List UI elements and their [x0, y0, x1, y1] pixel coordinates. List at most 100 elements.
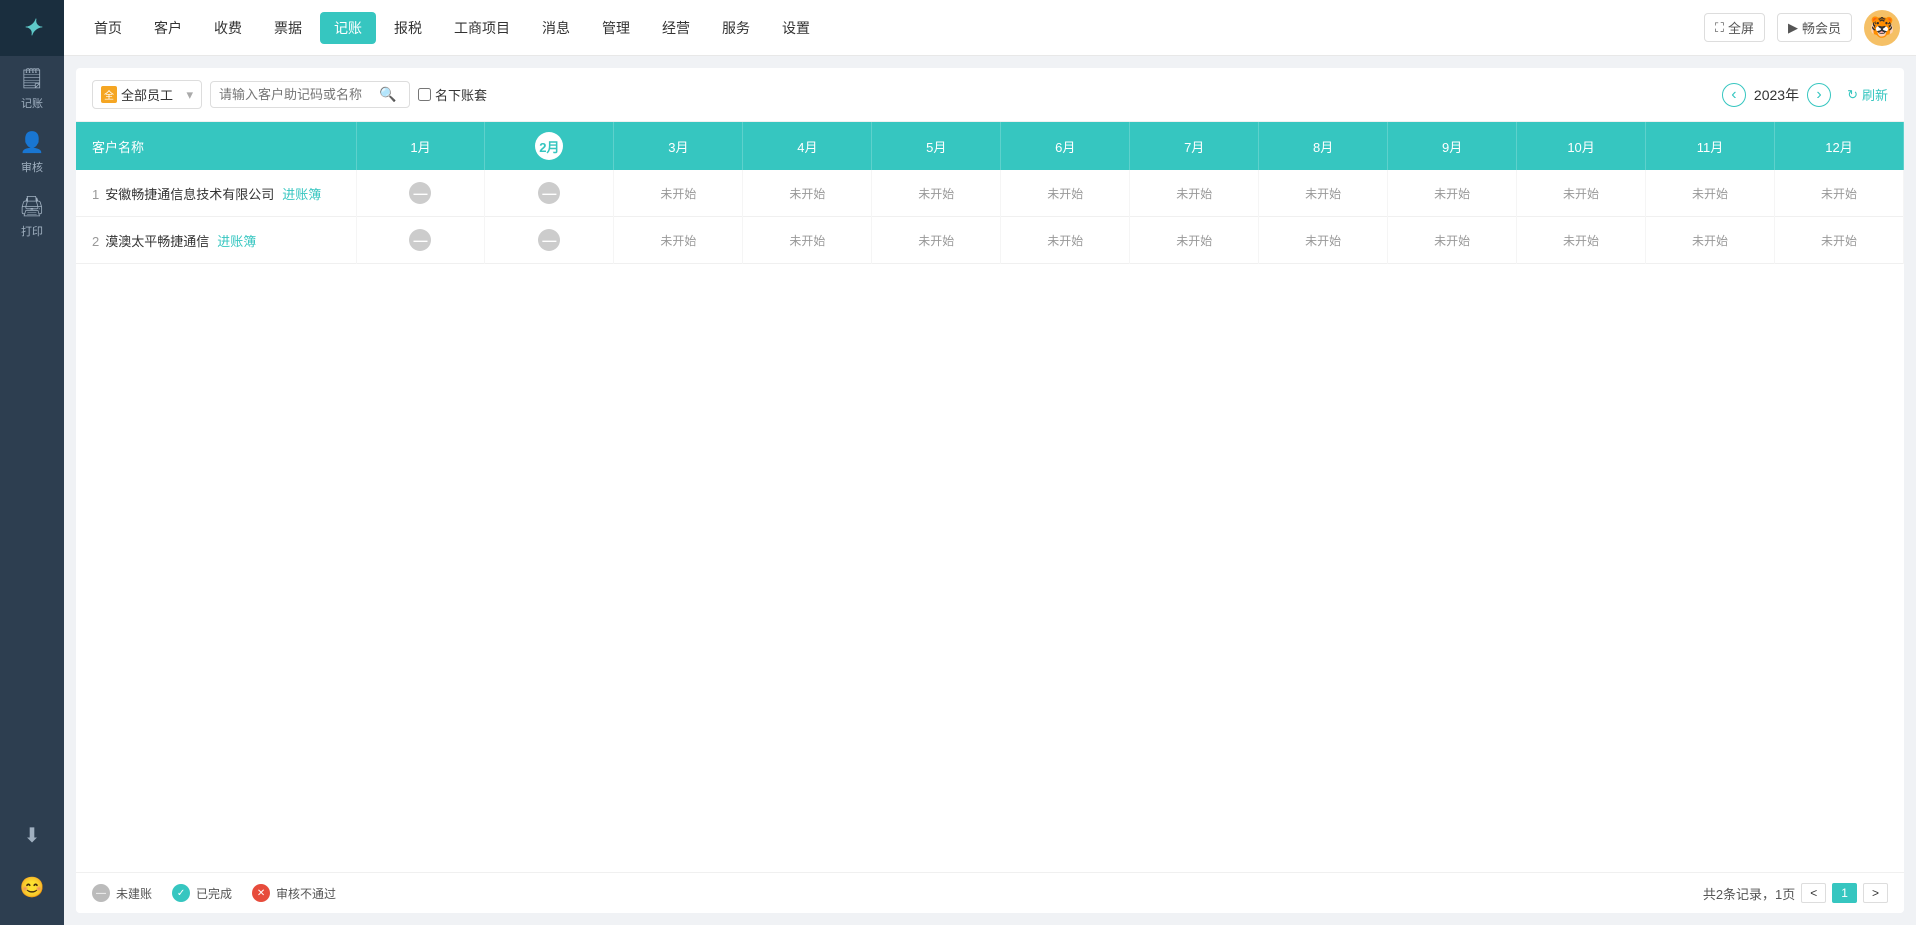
month-cell-10: 未开始	[1517, 170, 1646, 217]
month-cell-10: 未开始	[1517, 217, 1646, 264]
status-not-started: 未开始	[789, 187, 825, 201]
status-not-started: 未开始	[1305, 234, 1341, 248]
nav-billing[interactable]: 收费	[200, 12, 256, 44]
failed-dot: ✕	[252, 884, 270, 902]
fullscreen-button[interactable]: ⛶ 全屏	[1704, 13, 1765, 42]
status-not-started: 未开始	[1176, 187, 1212, 201]
legend-failed: ✕ 审核不通过	[252, 884, 336, 902]
th-m6: 6月	[1001, 122, 1130, 170]
sidebar-item-print[interactable]: 🖨 打印	[0, 184, 64, 248]
sidebar-item-label: 审核	[21, 159, 43, 175]
pagination: 共2条记录，1页 < 1 >	[1703, 883, 1888, 903]
sidebar-item-bookkeeping[interactable]: 🗒 记账	[0, 56, 64, 120]
legend-not-started: — 未建账	[92, 884, 152, 902]
month-cell-8: 未开始	[1259, 170, 1388, 217]
table-wrap: 客户名称 1月 2月 3月 4月 5月 6月 7月 8月 9月 10月 11月	[76, 122, 1904, 872]
month-cell-2: —	[485, 217, 614, 264]
month-cell-12: 未开始	[1774, 217, 1903, 264]
page-current[interactable]: 1	[1832, 883, 1857, 903]
failed-label: 审核不通过	[276, 885, 336, 902]
month-cell-4: 未开始	[743, 217, 872, 264]
status-dash-icon: —	[538, 229, 560, 251]
nav-home[interactable]: 首页	[80, 12, 136, 44]
client-name: 安徽畅捷通信息技术有限公司	[105, 187, 274, 202]
nav-settings[interactable]: 设置	[768, 12, 824, 44]
th-m3: 3月	[614, 122, 743, 170]
status-not-started: 未开始	[1563, 234, 1599, 248]
status-not-started: 未开始	[1434, 234, 1470, 248]
month-cell-7: 未开始	[1130, 170, 1259, 217]
row-index: 1	[92, 187, 99, 202]
th-m10: 10月	[1517, 122, 1646, 170]
month-cell-8: 未开始	[1259, 217, 1388, 264]
nav-bookkeeping[interactable]: 记账	[320, 12, 376, 44]
fullscreen-icon: ⛶	[1715, 20, 1724, 36]
nav-service[interactable]: 服务	[708, 12, 764, 44]
th-m11: 11月	[1646, 122, 1775, 170]
legend-completed: ✓ 已完成	[172, 884, 232, 902]
month-cell-7: 未开始	[1130, 217, 1259, 264]
month-cell-12: 未开始	[1774, 170, 1903, 217]
status-not-started: 未开始	[1821, 234, 1857, 248]
status-not-started: 未开始	[1563, 187, 1599, 201]
status-dash-icon: —	[409, 229, 431, 251]
month-cell-4: 未开始	[743, 170, 872, 217]
checkbox-label[interactable]: 名下账套	[418, 85, 487, 104]
nav-invoice[interactable]: 票据	[260, 12, 316, 44]
employee-select[interactable]: 全 全部员工 ▾	[92, 80, 202, 109]
month-cell-5: 未开始	[872, 170, 1001, 217]
status-not-started: 未开始	[1047, 187, 1083, 201]
search-button[interactable]: 🔍	[379, 86, 396, 103]
nav-client[interactable]: 客户	[140, 12, 196, 44]
enter-link[interactable]: 进账簿	[217, 234, 256, 249]
fullscreen-label: 全屏	[1728, 18, 1754, 37]
status-not-started: 未开始	[789, 234, 825, 248]
employee-label: 全部员工	[121, 85, 173, 104]
topnav: 首页 客户 收费 票据 记账 报税 工商项目 消息 管理 经营 服务 设置 ⛶ …	[64, 0, 1916, 56]
nav-operations[interactable]: 经营	[648, 12, 704, 44]
nav-tax[interactable]: 报税	[380, 12, 436, 44]
th-m5: 5月	[872, 122, 1001, 170]
th-m9: 9月	[1388, 122, 1517, 170]
print-icon: 🖨	[19, 194, 44, 219]
enter-link[interactable]: 进账簿	[282, 187, 321, 202]
support-icon: 😊	[20, 875, 45, 900]
th-m8: 8月	[1259, 122, 1388, 170]
bookkeeping-icon: 🗒	[19, 66, 44, 91]
sidebar-item-audit[interactable]: 👤 审核	[0, 120, 64, 184]
nav-business[interactable]: 工商项目	[440, 12, 524, 44]
client-name-cell: 1 安徽畅捷通信息技术有限公司进账簿	[76, 170, 356, 217]
status-not-started: 未开始	[1692, 187, 1728, 201]
avatar[interactable]: 🐯	[1864, 10, 1900, 46]
nav-management[interactable]: 管理	[588, 12, 644, 44]
sidebar-item-label: 记账	[21, 95, 43, 111]
page-next-button[interactable]: >	[1863, 883, 1888, 903]
month-cell-5: 未开始	[872, 217, 1001, 264]
search-input[interactable]	[219, 87, 379, 102]
status-not-started: 未开始	[660, 187, 696, 201]
month-cell-1: —	[356, 217, 485, 264]
status-not-started: 未开始	[1821, 187, 1857, 201]
logo: ✦	[0, 0, 64, 56]
checkbox-text: 名下账套	[435, 85, 487, 104]
status-not-started: 未开始	[918, 234, 954, 248]
audit-icon: 👤	[20, 130, 45, 155]
nav-message[interactable]: 消息	[528, 12, 584, 44]
under-account-checkbox[interactable]	[418, 88, 431, 101]
year-label: 2023年	[1754, 85, 1799, 105]
table-row: 1安徽畅捷通信息技术有限公司进账簿——未开始未开始未开始未开始未开始未开始未开始…	[76, 170, 1904, 217]
sidebar-item-download[interactable]: ⬇	[0, 809, 64, 861]
page-body: 全 全部员工 ▾ 🔍 名下账套 ‹ 2023年 ›	[76, 68, 1904, 913]
refresh-button[interactable]: ↻ 刷新	[1847, 85, 1888, 104]
month-cell-9: 未开始	[1388, 217, 1517, 264]
th-m7: 7月	[1130, 122, 1259, 170]
vip-button[interactable]: ▶ 畅会员	[1777, 13, 1852, 42]
sidebar-item-support[interactable]: 😊	[0, 861, 64, 913]
completed-label: 已完成	[196, 885, 232, 902]
month-cell-3: 未开始	[614, 170, 743, 217]
year-prev-button[interactable]: ‹	[1722, 83, 1746, 107]
page-prev-button[interactable]: <	[1801, 883, 1826, 903]
completed-dot: ✓	[172, 884, 190, 902]
year-next-button[interactable]: ›	[1807, 83, 1831, 107]
status-not-started: 未开始	[918, 187, 954, 201]
